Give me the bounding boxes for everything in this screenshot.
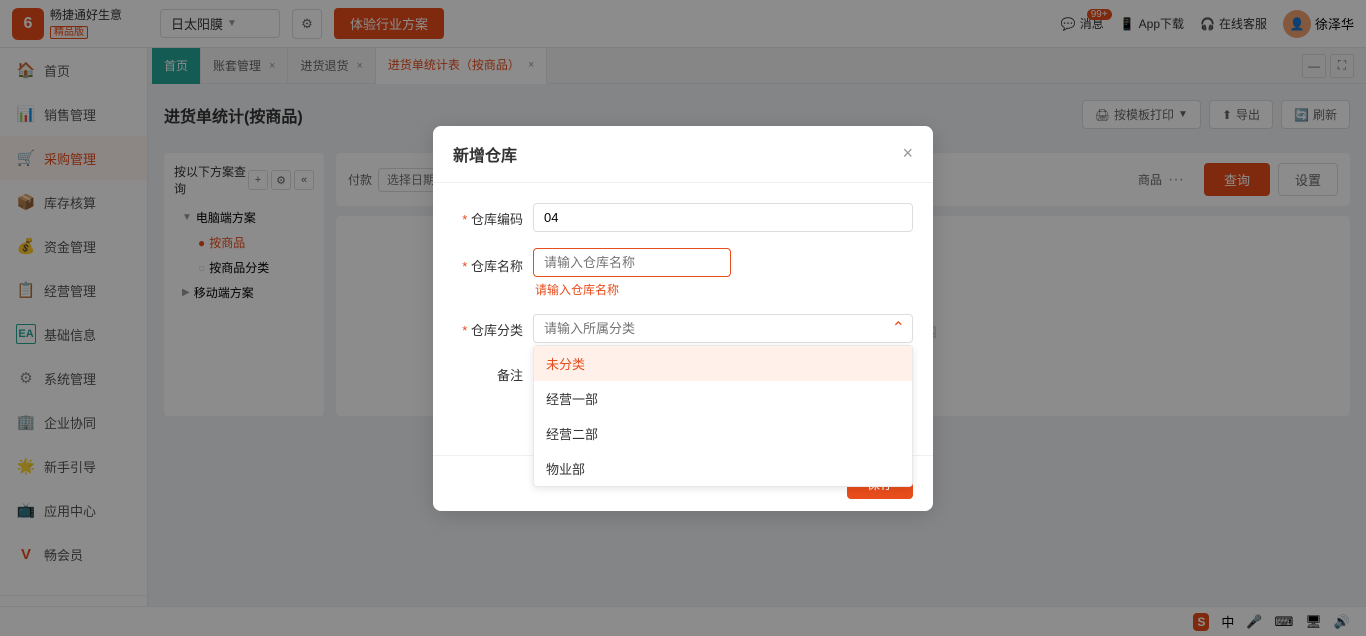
dropdown-item-dept3[interactable]: 物业部 xyxy=(534,451,912,486)
dropdown-item-dept2[interactable]: 经营二部 xyxy=(534,416,912,451)
dropdown-item-dept1[interactable]: 经营一部 xyxy=(534,381,912,416)
name-error-message: 请输入仓库名称 xyxy=(535,283,619,297)
category-wrapper: ⌃ 未分类 经营一部 经营二部 物业部 xyxy=(533,314,913,343)
modal-overlay[interactable]: 新增仓库 × * 仓库编码 * 仓库名称 xyxy=(0,0,1366,636)
name-label: * 仓库名称 xyxy=(453,250,523,275)
name-field-row: * 仓库名称 请输入仓库名称 xyxy=(453,248,913,298)
category-toggle-icon[interactable]: ⌃ xyxy=(892,318,905,338)
category-label: * 仓库分类 xyxy=(453,314,523,339)
add-warehouse-modal: 新增仓库 × * 仓库编码 * 仓库名称 xyxy=(433,126,933,511)
dropdown-item-unclassified[interactable]: 未分类 xyxy=(534,346,912,381)
modal-header: 新增仓库 × xyxy=(433,126,933,183)
modal-body: * 仓库编码 * 仓库名称 请输入仓库名称 xyxy=(433,183,933,455)
code-label: * 仓库编码 xyxy=(453,203,523,228)
category-input[interactable] xyxy=(533,314,913,343)
category-field-row: * 仓库分类 ⌃ 未分类 经营一部 经营二部 物业部 xyxy=(453,314,913,343)
modal-close-button[interactable]: × xyxy=(902,143,913,164)
name-input[interactable] xyxy=(533,248,731,277)
category-dropdown: 未分类 经营一部 经营二部 物业部 xyxy=(533,345,913,487)
note-label: 备注 xyxy=(453,359,523,384)
modal-title: 新增仓库 xyxy=(453,142,517,166)
code-input[interactable] xyxy=(533,203,913,232)
code-field-row: * 仓库编码 xyxy=(453,203,913,232)
